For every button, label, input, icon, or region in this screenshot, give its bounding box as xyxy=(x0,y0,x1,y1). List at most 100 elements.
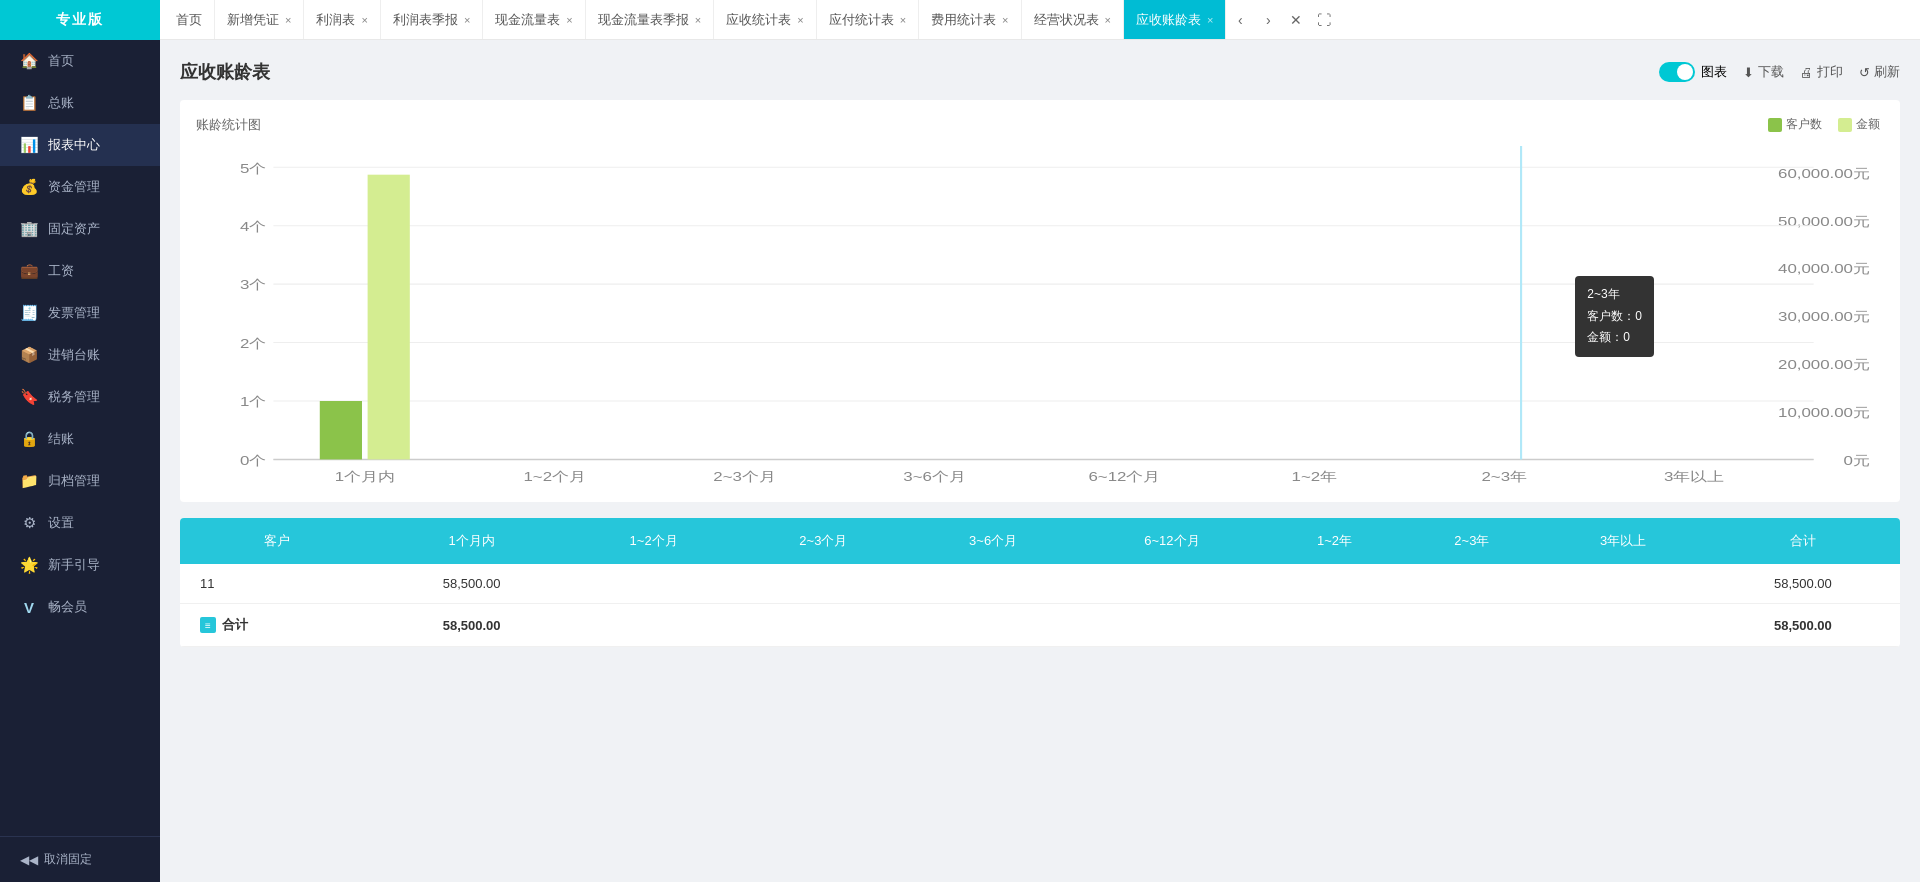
chart-toggle-label: 图表 xyxy=(1701,63,1727,81)
sidebar-item-settings[interactable]: ⚙ 设置 xyxy=(0,502,160,544)
sidebar-item-home[interactable]: 🏠 首页 xyxy=(0,40,160,82)
tab-close-icon[interactable]: × xyxy=(900,14,906,26)
total-m1: 58,500.00 xyxy=(375,604,569,647)
sidebar-item-invoice[interactable]: 🧾 发票管理 xyxy=(0,292,160,334)
svg-text:40,000.00元: 40,000.00元 xyxy=(1778,262,1870,276)
svg-text:1个: 1个 xyxy=(240,394,266,408)
download-button[interactable]: ⬇ 下载 xyxy=(1743,63,1784,81)
page-header: 应收账龄表 图表 ⬇ 下载 🖨 打印 ↺ 刷新 xyxy=(180,60,1900,84)
tab-profit-label: 利润表 xyxy=(316,11,355,29)
sidebar-item-label: 工资 xyxy=(48,262,74,280)
tab-close-icon[interactable]: × xyxy=(1002,14,1008,26)
salary-icon: 💼 xyxy=(20,262,38,280)
chart-toggle[interactable] xyxy=(1659,62,1695,82)
sidebar-item-assets[interactable]: 🏢 固定资产 xyxy=(0,208,160,250)
svg-text:10,000.00元: 10,000.00元 xyxy=(1778,405,1870,419)
tab-expand[interactable]: ⛶ xyxy=(1310,6,1338,34)
sidebar-item-label: 发票管理 xyxy=(48,304,100,322)
tab-receivable-stat[interactable]: 应收统计表 × xyxy=(714,0,816,39)
tab-close-icon[interactable]: × xyxy=(285,14,291,26)
col-y3plus: 3年以上 xyxy=(1541,518,1706,564)
tab-close-icon[interactable]: × xyxy=(695,14,701,26)
legend-amount: 金额 xyxy=(1838,116,1880,133)
sidebar: 专业版 🏠 首页 📋 总账 📊 报表中心 💰 资金管理 🏢 固定资产 💼 工资 … xyxy=(0,0,160,882)
sidebar-item-member[interactable]: V 畅会员 xyxy=(0,586,160,628)
chart-title: 账龄统计图 xyxy=(196,116,1884,134)
sidebar-item-tax[interactable]: 🔖 税务管理 xyxy=(0,376,160,418)
cell-total: 58,500.00 xyxy=(1706,564,1900,604)
tab-bar: 首页 新增凭证 × 利润表 × 利润表季报 × 现金流量表 × 现金流量表季报 … xyxy=(160,0,1920,40)
sidebar-item-label: 总账 xyxy=(48,94,74,112)
tab-cashflow-quarter[interactable]: 现金流量表季报 × xyxy=(586,0,714,39)
total-m2 xyxy=(569,604,739,647)
cell-y3 xyxy=(1403,564,1540,604)
total-m3 xyxy=(739,604,909,647)
sidebar-item-purchase[interactable]: 📦 进销台账 xyxy=(0,334,160,376)
svg-text:3个: 3个 xyxy=(240,278,266,292)
svg-text:4个: 4个 xyxy=(240,219,266,233)
tab-payable-stat[interactable]: 应付统计表 × xyxy=(817,0,919,39)
print-icon: 🖨 xyxy=(1800,65,1813,80)
tab-home[interactable]: 首页 xyxy=(164,0,215,39)
tab-voucher[interactable]: 新增凭证 × xyxy=(215,0,304,39)
sidebar-item-ledger[interactable]: 📋 总账 xyxy=(0,82,160,124)
tab-aging[interactable]: 应收账龄表 × xyxy=(1124,0,1226,39)
reports-icon: 📊 xyxy=(20,136,38,154)
sidebar-item-label: 新手引导 xyxy=(48,556,100,574)
tab-close-icon[interactable]: × xyxy=(361,14,367,26)
tab-cashflow[interactable]: 现金流量表 × xyxy=(483,0,585,39)
refresh-button[interactable]: ↺ 刷新 xyxy=(1859,63,1900,81)
sidebar-item-label: 报表中心 xyxy=(48,136,100,154)
svg-text:1个月内: 1个月内 xyxy=(335,469,395,483)
tab-close-icon[interactable]: × xyxy=(1105,14,1111,26)
tab-close-icon[interactable]: × xyxy=(797,14,803,26)
tab-business-stat[interactable]: 经营状况表 × xyxy=(1022,0,1124,39)
sidebar-item-funds[interactable]: 💰 资金管理 xyxy=(0,166,160,208)
tab-receivable-stat-label: 应收统计表 xyxy=(726,11,791,29)
toggle-pin-button[interactable]: ◀◀ 取消固定 xyxy=(0,836,160,882)
tax-icon: 🔖 xyxy=(20,388,38,406)
sidebar-item-guide[interactable]: 🌟 新手引导 xyxy=(0,544,160,586)
tab-close-icon[interactable]: × xyxy=(464,14,470,26)
tab-business-stat-label: 经营状况表 xyxy=(1034,11,1099,29)
main-area: 首页 新增凭证 × 利润表 × 利润表季报 × 现金流量表 × 现金流量表季报 … xyxy=(160,0,1920,882)
total-text: 合计 xyxy=(222,616,248,634)
col-customer: 客户 xyxy=(180,518,375,564)
close-accounts-icon: 🔒 xyxy=(20,430,38,448)
tab-profit-quarter[interactable]: 利润表季报 × xyxy=(381,0,483,39)
tab-nav-right[interactable]: › xyxy=(1254,6,1282,34)
tab-expense-stat[interactable]: 费用统计表 × xyxy=(919,0,1021,39)
sidebar-item-salary[interactable]: 💼 工资 xyxy=(0,250,160,292)
settings-icon: ⚙ xyxy=(20,514,38,532)
tab-home-label: 首页 xyxy=(176,11,202,29)
legend-customers-label: 客户数 xyxy=(1786,116,1822,133)
sidebar-item-label: 固定资产 xyxy=(48,220,100,238)
funds-icon: 💰 xyxy=(20,178,38,196)
col-m2: 1~2个月 xyxy=(569,518,739,564)
svg-text:1~2个月: 1~2个月 xyxy=(523,469,585,483)
svg-text:0个: 0个 xyxy=(240,453,266,467)
total-y3 xyxy=(1403,604,1540,647)
tab-close-all[interactable]: ✕ xyxy=(1282,6,1310,34)
svg-text:2~3个月: 2~3个月 xyxy=(713,469,775,483)
aging-table: 客户 1个月内 1~2个月 2~3个月 3~6个月 6~12个月 1~2年 2~… xyxy=(180,518,1900,647)
total-label-cell: ≡ 合计 xyxy=(180,604,375,647)
sidebar-item-close[interactable]: 🔒 结账 xyxy=(0,418,160,460)
chart-container: 0个 1个 2个 3个 4个 5个 0元 10,000.00元 20,000.0… xyxy=(196,146,1884,486)
purchase-icon: 📦 xyxy=(20,346,38,364)
toggle-pin-label: 取消固定 xyxy=(44,851,92,868)
tab-close-icon[interactable]: × xyxy=(1207,14,1213,26)
tab-profit-quarter-label: 利润表季报 xyxy=(393,11,458,29)
svg-text:3年以上: 3年以上 xyxy=(1664,469,1724,483)
print-button[interactable]: 🖨 打印 xyxy=(1800,63,1843,81)
chart-svg: 0个 1个 2个 3个 4个 5个 0元 10,000.00元 20,000.0… xyxy=(196,146,1884,486)
pin-icon: ◀◀ xyxy=(20,853,38,867)
sidebar-item-reports[interactable]: 📊 报表中心 xyxy=(0,124,160,166)
tab-nav-left[interactable]: ‹ xyxy=(1226,6,1254,34)
tab-close-icon[interactable]: × xyxy=(566,14,572,26)
sidebar-item-archive[interactable]: 📁 归档管理 xyxy=(0,460,160,502)
cell-m2 xyxy=(569,564,739,604)
total-icon: ≡ xyxy=(200,617,216,633)
tab-profit[interactable]: 利润表 × xyxy=(304,0,380,39)
col-y3: 2~3年 xyxy=(1403,518,1540,564)
